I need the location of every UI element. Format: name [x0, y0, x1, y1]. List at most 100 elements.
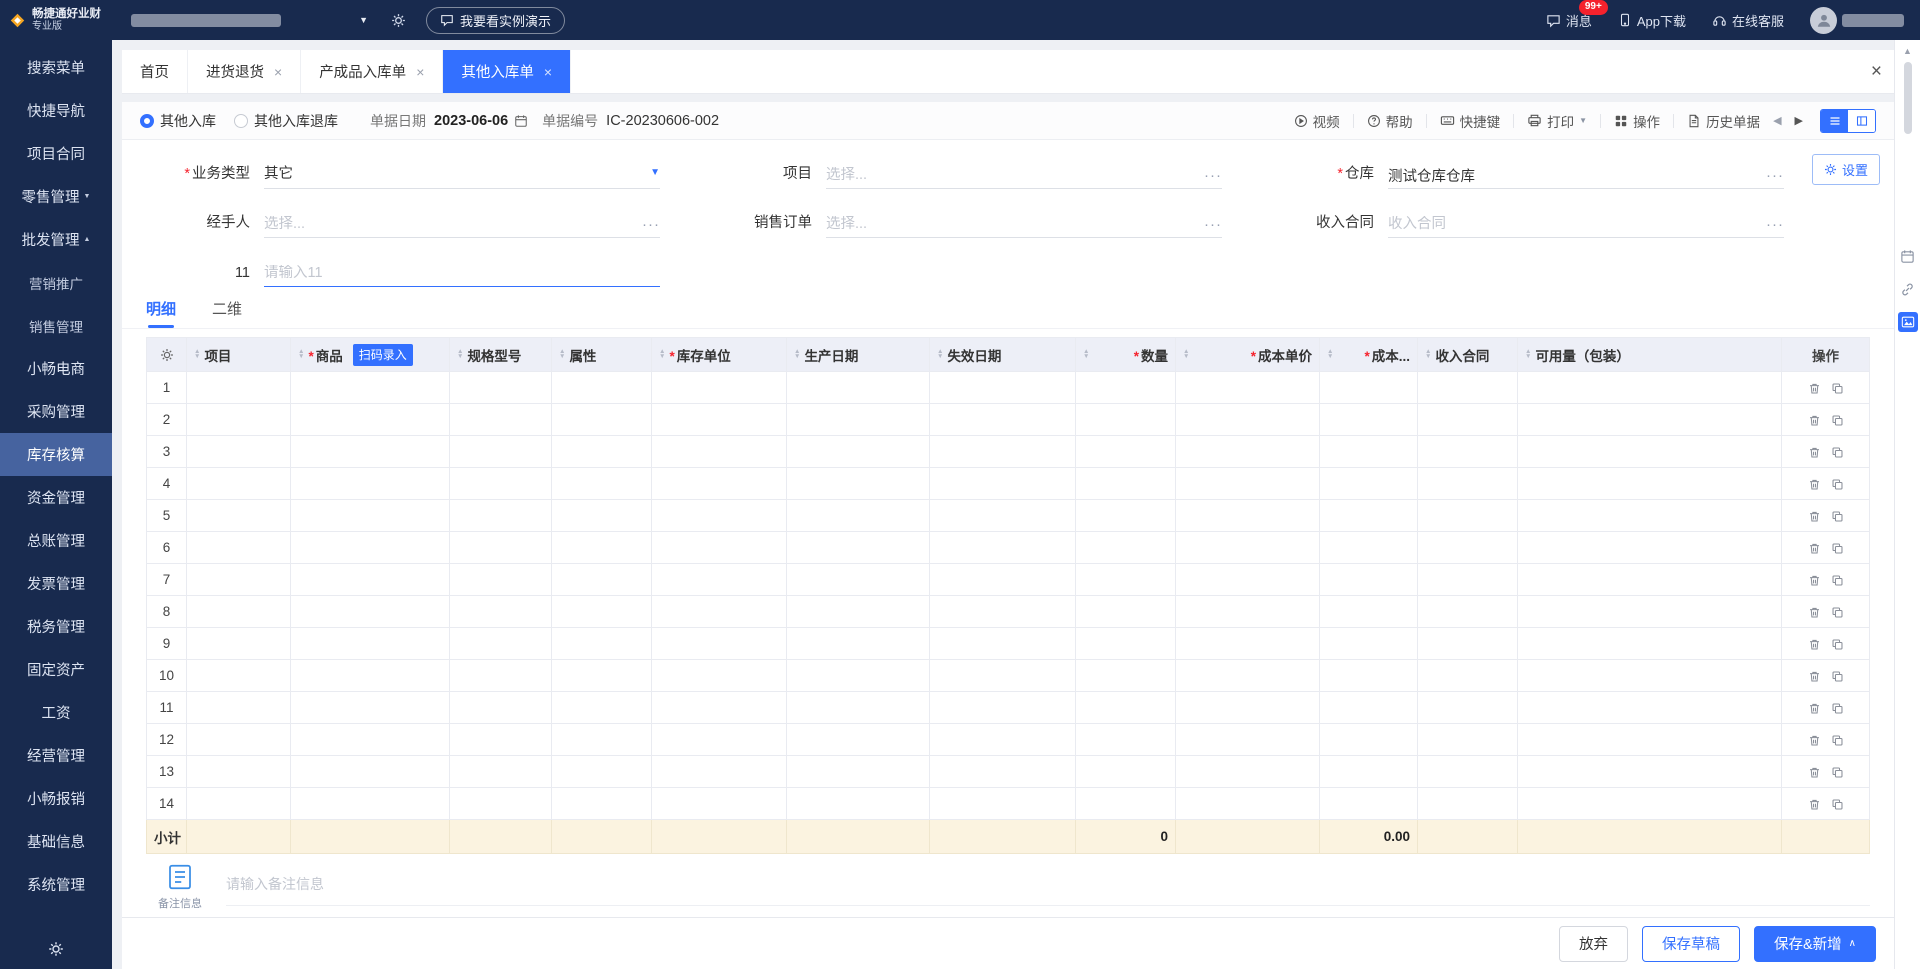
column-settings-icon[interactable]	[154, 348, 179, 362]
radio-other-inbound-return[interactable]: 其他入库退库	[234, 111, 338, 131]
copy-row-icon[interactable]	[1831, 478, 1844, 491]
empty-cell[interactable]	[1175, 371, 1320, 404]
empty-cell[interactable]	[290, 627, 450, 660]
tab-进货退货[interactable]: 进货退货 ×	[188, 50, 302, 93]
col-income-contract[interactable]: ▲ ▼ 收入合同	[1417, 337, 1518, 372]
empty-cell[interactable]	[786, 467, 930, 500]
copy-row-icon[interactable]	[1831, 446, 1844, 459]
empty-cell[interactable]	[1075, 627, 1176, 660]
empty-cell[interactable]	[186, 723, 291, 756]
empty-cell[interactable]	[551, 723, 652, 756]
empty-cell[interactable]	[186, 595, 291, 628]
delete-row-icon[interactable]	[1808, 670, 1821, 683]
empty-cell[interactable]	[1175, 595, 1320, 628]
scan-entry-button[interactable]: 扫码录入	[352, 343, 413, 366]
more-icon[interactable]: ···	[638, 217, 660, 232]
empty-cell[interactable]	[1075, 531, 1176, 564]
empty-cell[interactable]	[1517, 499, 1782, 532]
empty-cell[interactable]	[449, 595, 552, 628]
user-account[interactable]	[1810, 6, 1904, 34]
empty-cell[interactable]	[551, 787, 652, 820]
col-cost-price[interactable]: ▲ ▼ * 成本单价	[1175, 337, 1320, 372]
empty-cell[interactable]	[1517, 371, 1782, 404]
empty-cell[interactable]	[1417, 563, 1518, 596]
sidebar-item-项目合同[interactable]: 项目合同	[0, 132, 112, 175]
empty-cell[interactable]	[1319, 787, 1418, 820]
help-button[interactable]: 帮助	[1367, 111, 1413, 131]
empty-cell[interactable]	[1175, 403, 1320, 436]
empty-cell[interactable]	[929, 531, 1076, 564]
empty-cell[interactable]	[1417, 371, 1518, 404]
empty-cell[interactable]	[449, 563, 552, 596]
empty-cell[interactable]	[1319, 691, 1418, 724]
empty-cell[interactable]	[1075, 659, 1176, 692]
empty-cell[interactable]	[1175, 755, 1320, 788]
empty-cell[interactable]	[651, 627, 787, 660]
delete-row-icon[interactable]	[1808, 446, 1821, 459]
list-view-button[interactable]	[1821, 109, 1848, 132]
hotkey-button[interactable]: 快捷键	[1440, 111, 1500, 131]
empty-cell[interactable]	[551, 659, 652, 692]
empty-cell[interactable]	[786, 435, 930, 468]
project-input[interactable]	[826, 167, 1200, 183]
empty-cell[interactable]	[1175, 435, 1320, 468]
col-spec[interactable]: ▲ ▼ 规格型号	[449, 337, 552, 372]
sidebar-item-批发管理[interactable]: 批发管理 ▲	[0, 218, 112, 261]
copy-row-icon[interactable]	[1831, 510, 1844, 523]
empty-cell[interactable]	[290, 723, 450, 756]
empty-cell[interactable]	[186, 499, 291, 532]
close-icon[interactable]: ×	[1871, 62, 1882, 81]
empty-cell[interactable]	[786, 755, 930, 788]
rail-calendar-icon[interactable]	[1898, 246, 1918, 266]
sort-icon[interactable]: ▲ ▼	[937, 349, 943, 360]
custom-11-input[interactable]	[264, 265, 660, 281]
empty-cell[interactable]	[786, 403, 930, 436]
empty-cell[interactable]	[551, 435, 652, 468]
empty-cell[interactable]	[1319, 499, 1418, 532]
empty-cell[interactable]	[651, 531, 787, 564]
sort-icon[interactable]: ▲ ▼	[194, 349, 200, 360]
empty-cell[interactable]	[1417, 627, 1518, 660]
empty-cell[interactable]	[449, 371, 552, 404]
copy-row-icon[interactable]	[1831, 638, 1844, 651]
sidebar-item-采购管理[interactable]: 采购管理	[0, 390, 112, 433]
empty-cell[interactable]	[1517, 787, 1782, 820]
empty-cell[interactable]	[551, 627, 652, 660]
empty-cell[interactable]	[1517, 595, 1782, 628]
delete-row-icon[interactable]	[1808, 510, 1821, 523]
tab-detail[interactable]: 明细	[146, 298, 176, 328]
print-button[interactable]: 打印 ▼	[1527, 111, 1587, 131]
empty-cell[interactable]	[551, 467, 652, 500]
empty-cell[interactable]	[1075, 371, 1176, 404]
sort-icon[interactable]: ▲ ▼	[559, 349, 565, 360]
empty-cell[interactable]	[1319, 627, 1418, 660]
sort-icon[interactable]: ▲ ▼	[1525, 349, 1531, 360]
empty-cell[interactable]	[449, 787, 552, 820]
empty-cell[interactable]	[651, 563, 787, 596]
more-icon[interactable]: ···	[1200, 168, 1222, 183]
empty-cell[interactable]	[929, 595, 1076, 628]
empty-cell[interactable]	[1075, 755, 1176, 788]
col-available[interactable]: ▲ ▼ 可用量（包装）	[1517, 337, 1782, 372]
sidebar-item-系统管理[interactable]: 系统管理	[0, 863, 112, 906]
tab-产成品入库单[interactable]: 产成品入库单 ×	[301, 50, 444, 93]
empty-cell[interactable]	[186, 787, 291, 820]
empty-cell[interactable]	[449, 403, 552, 436]
empty-cell[interactable]	[449, 499, 552, 532]
copy-row-icon[interactable]	[1831, 734, 1844, 747]
empty-cell[interactable]	[1075, 595, 1176, 628]
empty-cell[interactable]	[786, 531, 930, 564]
empty-cell[interactable]	[551, 371, 652, 404]
copy-row-icon[interactable]	[1831, 702, 1844, 715]
business-type-select[interactable]: 其它 ▼	[264, 162, 660, 189]
col-cost-amount[interactable]: ▲ ▼ * 成本...	[1319, 337, 1418, 372]
empty-cell[interactable]	[786, 371, 930, 404]
handler-input[interactable]	[264, 216, 638, 232]
empty-cell[interactable]	[929, 659, 1076, 692]
empty-cell[interactable]	[1319, 467, 1418, 500]
col-unit[interactable]: ▲ ▼ * 库存单位	[651, 337, 787, 372]
empty-cell[interactable]	[1175, 691, 1320, 724]
empty-cell[interactable]	[929, 787, 1076, 820]
copy-row-icon[interactable]	[1831, 766, 1844, 779]
empty-cell[interactable]	[1417, 499, 1518, 532]
